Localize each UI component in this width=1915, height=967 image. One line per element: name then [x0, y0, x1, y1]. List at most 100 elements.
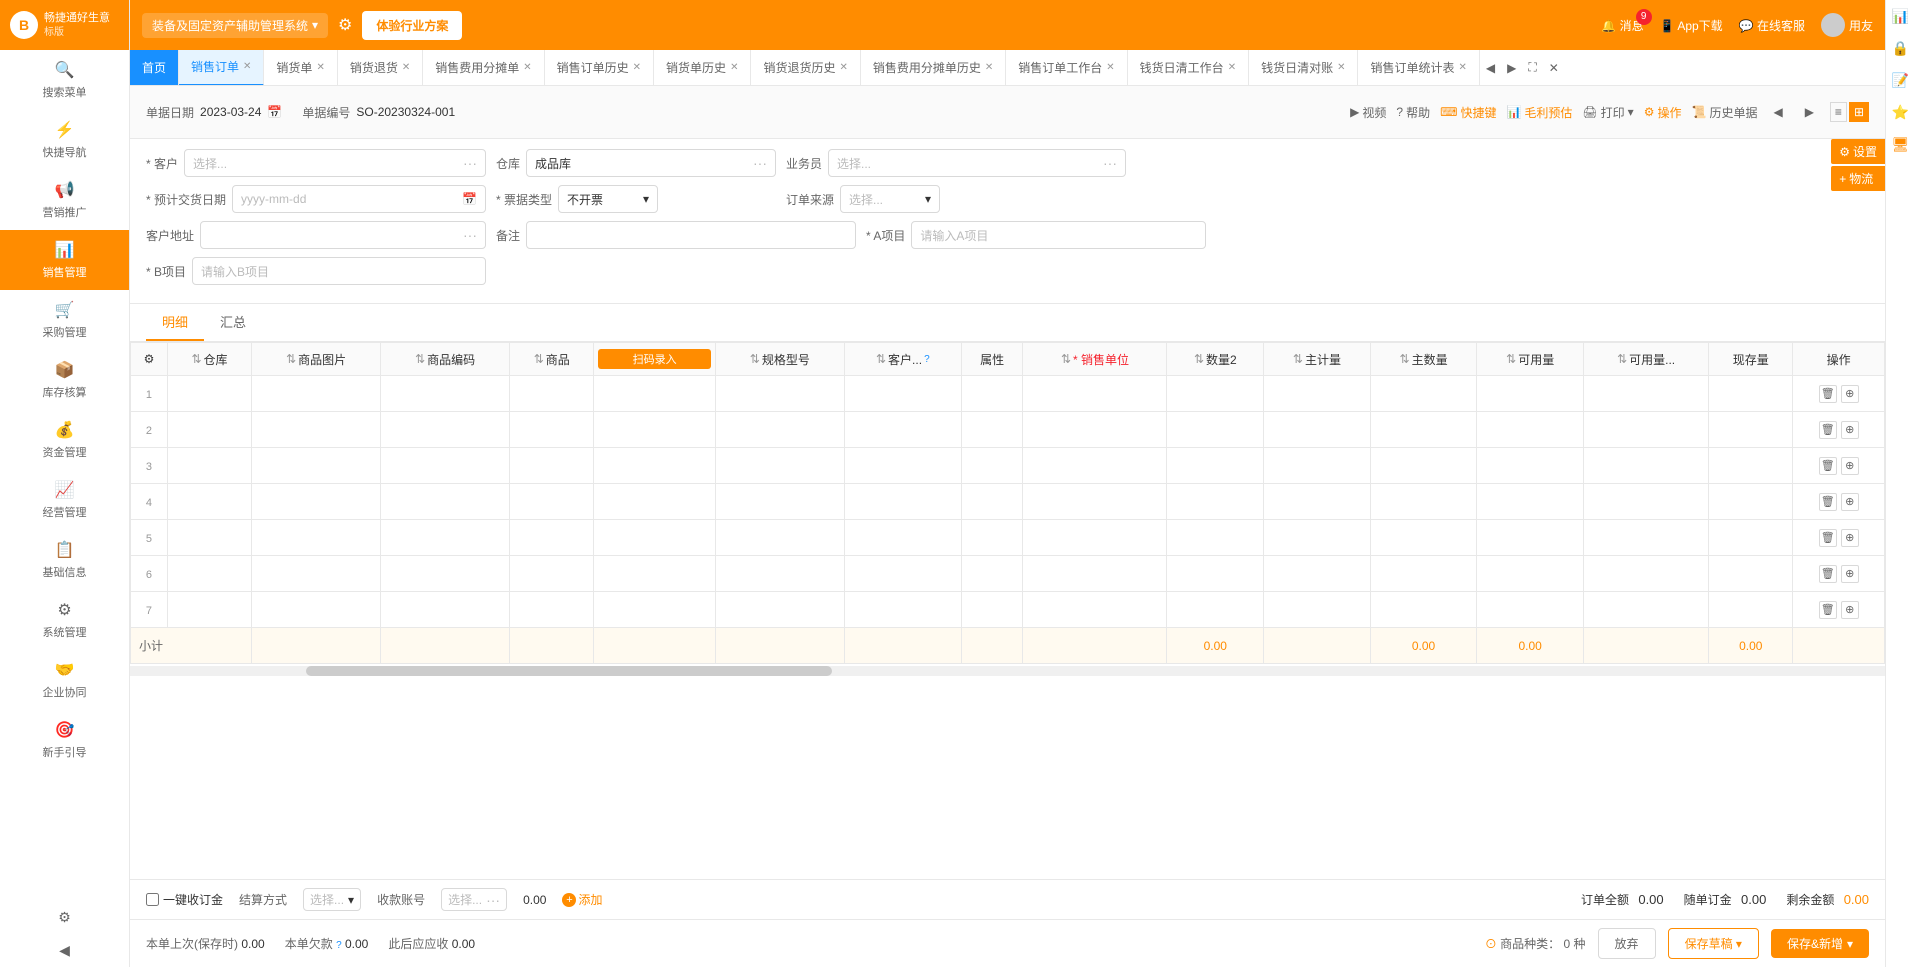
- row-1-spec[interactable]: [715, 376, 844, 412]
- sort-available-icon[interactable]: ⇅: [1506, 352, 1516, 366]
- sidebar-item-marketing[interactable]: 📢 营销推广: [0, 170, 129, 230]
- right-icon-star[interactable]: ⭐: [1889, 100, 1913, 124]
- sidebar-item-sales[interactable]: 📊 销售管理: [0, 230, 129, 290]
- detail-tab-detail[interactable]: 明细: [146, 304, 204, 341]
- notification-bell[interactable]: 🔔 9 消息: [1601, 17, 1643, 34]
- tab-close-sales-goods[interactable]: ✕: [316, 62, 324, 73]
- app-download[interactable]: 📱 App下载: [1660, 17, 1723, 34]
- right-icon-lock[interactable]: 🔒: [1889, 36, 1913, 60]
- notes-input[interactable]: [526, 221, 856, 249]
- th-settings[interactable]: ⚙: [131, 343, 168, 376]
- tab-order-history[interactable]: 销售订单历史 ✕: [545, 50, 654, 86]
- right-icon-monitor[interactable]: 🖥: [1889, 132, 1913, 156]
- sort-main-unit-icon[interactable]: ⇅: [1293, 352, 1303, 366]
- tab-close-return[interactable]: ✕: [402, 62, 410, 73]
- payment-method-select[interactable]: 选择... ▾: [303, 888, 361, 911]
- sidebar-collapse[interactable]: ◀: [0, 934, 129, 967]
- tab-close-order-stats[interactable]: ✕: [1459, 62, 1467, 73]
- tab-order-stats[interactable]: 销售订单统计表 ✕: [1358, 50, 1479, 86]
- tab-close-goods-history[interactable]: ✕: [730, 62, 738, 73]
- warehouse-input[interactable]: 成品库 ···: [526, 149, 776, 177]
- discard-button[interactable]: 放弃: [1598, 928, 1656, 959]
- b-project-input[interactable]: 请输入B项目: [192, 257, 486, 285]
- help-debt-icon[interactable]: ?: [336, 940, 342, 951]
- sidebar-item-finance[interactable]: 💰 资金管理: [0, 410, 129, 470]
- row-1-goods[interactable]: [510, 376, 594, 412]
- row-1-available2[interactable]: [1583, 376, 1708, 412]
- row-3-copy-btn[interactable]: ⊕: [1841, 457, 1859, 475]
- tab-close-order-history[interactable]: ✕: [633, 62, 641, 73]
- scan-btn[interactable]: 扫码录入: [598, 349, 710, 369]
- row-1-customer-code[interactable]: [844, 376, 961, 412]
- action-print[interactable]: 🖨 打印 ▾: [1582, 104, 1633, 121]
- sidebar-item-inventory[interactable]: 📦 库存核算: [0, 350, 129, 410]
- row-1-image[interactable]: [252, 376, 381, 412]
- header-next[interactable]: ▶: [1799, 94, 1820, 130]
- tab-home[interactable]: 首页: [130, 50, 179, 86]
- sort-unit-icon[interactable]: ⇅: [1061, 352, 1071, 366]
- calendar-icon[interactable]: 📅: [267, 105, 282, 119]
- row-1-attribute[interactable]: [961, 376, 1023, 412]
- row-4-delete-btn[interactable]: 🗑: [1819, 493, 1837, 511]
- customer-input[interactable]: 选择... ···: [184, 149, 486, 177]
- save-new-button[interactable]: 保存&新增 ▾: [1771, 929, 1869, 958]
- sidebar-item-guide[interactable]: 🎯 新手引导: [0, 710, 129, 770]
- sort-code-icon[interactable]: ⇅: [415, 352, 425, 366]
- row-1-qty2[interactable]: [1167, 376, 1264, 412]
- row-2-copy-btn[interactable]: ⊕: [1841, 421, 1859, 439]
- header-prev[interactable]: ◀: [1767, 94, 1788, 130]
- row-3-delete-btn[interactable]: 🗑: [1819, 457, 1837, 475]
- row-7-delete-btn[interactable]: 🗑: [1819, 601, 1837, 619]
- calendar-date-icon[interactable]: 📅: [462, 192, 477, 206]
- tab-close-order-workspace[interactable]: ✕: [1106, 62, 1114, 73]
- row-4-copy-btn[interactable]: ⊕: [1841, 493, 1859, 511]
- tab-sales-goods[interactable]: 销货单 ✕: [264, 50, 337, 86]
- tab-expense-split[interactable]: 销售费用分摊单 ✕: [423, 50, 544, 86]
- chevron-draft-icon[interactable]: ▾: [1736, 937, 1742, 951]
- tab-order-workspace[interactable]: 销售订单工作台 ✕: [1006, 50, 1127, 86]
- tab-sales-order[interactable]: 销售订单 ✕: [179, 50, 264, 86]
- tab-more[interactable]: ✕: [1543, 50, 1565, 86]
- grid-view-btn[interactable]: ⊞: [1849, 102, 1869, 122]
- tab-return[interactable]: 销货退货 ✕: [338, 50, 423, 86]
- sort-qty2-icon[interactable]: ⇅: [1194, 352, 1204, 366]
- sidebar-item-enterprise[interactable]: 🤝 企业协同: [0, 650, 129, 710]
- one-click-payment-checkbox[interactable]: 一键收订金: [146, 891, 223, 908]
- sort-customer-code-icon[interactable]: ⇅: [876, 352, 886, 366]
- action-help[interactable]: ? 帮助: [1396, 104, 1430, 121]
- row-1-available[interactable]: [1477, 376, 1584, 412]
- tab-goods-history[interactable]: 销货单历史 ✕: [654, 50, 751, 86]
- sidebar-item-purchase[interactable]: 🛒 采购管理: [0, 290, 129, 350]
- action-shortcut[interactable]: ⌨ 快捷键: [1440, 104, 1496, 121]
- row-7-copy-btn[interactable]: ⊕: [1841, 601, 1859, 619]
- tab-close-expense-split[interactable]: ✕: [523, 62, 531, 73]
- add-payment-btn[interactable]: + 添加: [562, 891, 602, 908]
- user-menu[interactable]: 用友: [1821, 13, 1873, 37]
- row-1-main-unit[interactable]: [1264, 376, 1371, 412]
- tab-prev[interactable]: ◀: [1480, 50, 1501, 86]
- detail-tab-summary[interactable]: 汇总: [204, 304, 262, 341]
- row-5-copy-btn[interactable]: ⊕: [1841, 529, 1859, 547]
- row-1-delete-btn[interactable]: 🗑: [1819, 385, 1837, 403]
- a-project-input[interactable]: 请输入A项目: [911, 221, 1206, 249]
- action-profit[interactable]: 📊 毛利预估: [1506, 104, 1572, 121]
- sidebar-item-basic-info[interactable]: 📋 基础信息: [0, 530, 129, 590]
- save-draft-button[interactable]: 保存草稿 ▾: [1668, 928, 1759, 959]
- table-settings-icon[interactable]: ⚙: [144, 352, 155, 366]
- sort-goods-icon[interactable]: ⇅: [534, 352, 544, 366]
- tab-reconcile[interactable]: 钱货日清对账 ✕: [1249, 50, 1358, 86]
- sort-image-icon[interactable]: ⇅: [286, 352, 296, 366]
- online-service[interactable]: 💬 在线客服: [1739, 17, 1805, 34]
- tab-close-sales-order[interactable]: ✕: [243, 61, 251, 72]
- action-video[interactable]: ▶ 视频: [1350, 104, 1386, 121]
- right-icon-chart[interactable]: 📊: [1889, 4, 1913, 28]
- tab-daily-workspace[interactable]: 钱货日清工作台 ✕: [1128, 50, 1249, 86]
- row-1-copy-btn[interactable]: ⊕: [1841, 385, 1859, 403]
- sidebar-item-operations[interactable]: 📈 经营管理: [0, 470, 129, 530]
- sidebar-item-search[interactable]: 🔍 搜索菜单: [0, 50, 129, 110]
- invoice-type-select[interactable]: 不开票 ▾: [558, 185, 658, 213]
- sort-main-qty-icon[interactable]: ⇅: [1400, 352, 1410, 366]
- salesperson-input[interactable]: 选择... ···: [828, 149, 1126, 177]
- row-1-code[interactable]: [381, 376, 510, 412]
- row-1-unit[interactable]: [1023, 376, 1167, 412]
